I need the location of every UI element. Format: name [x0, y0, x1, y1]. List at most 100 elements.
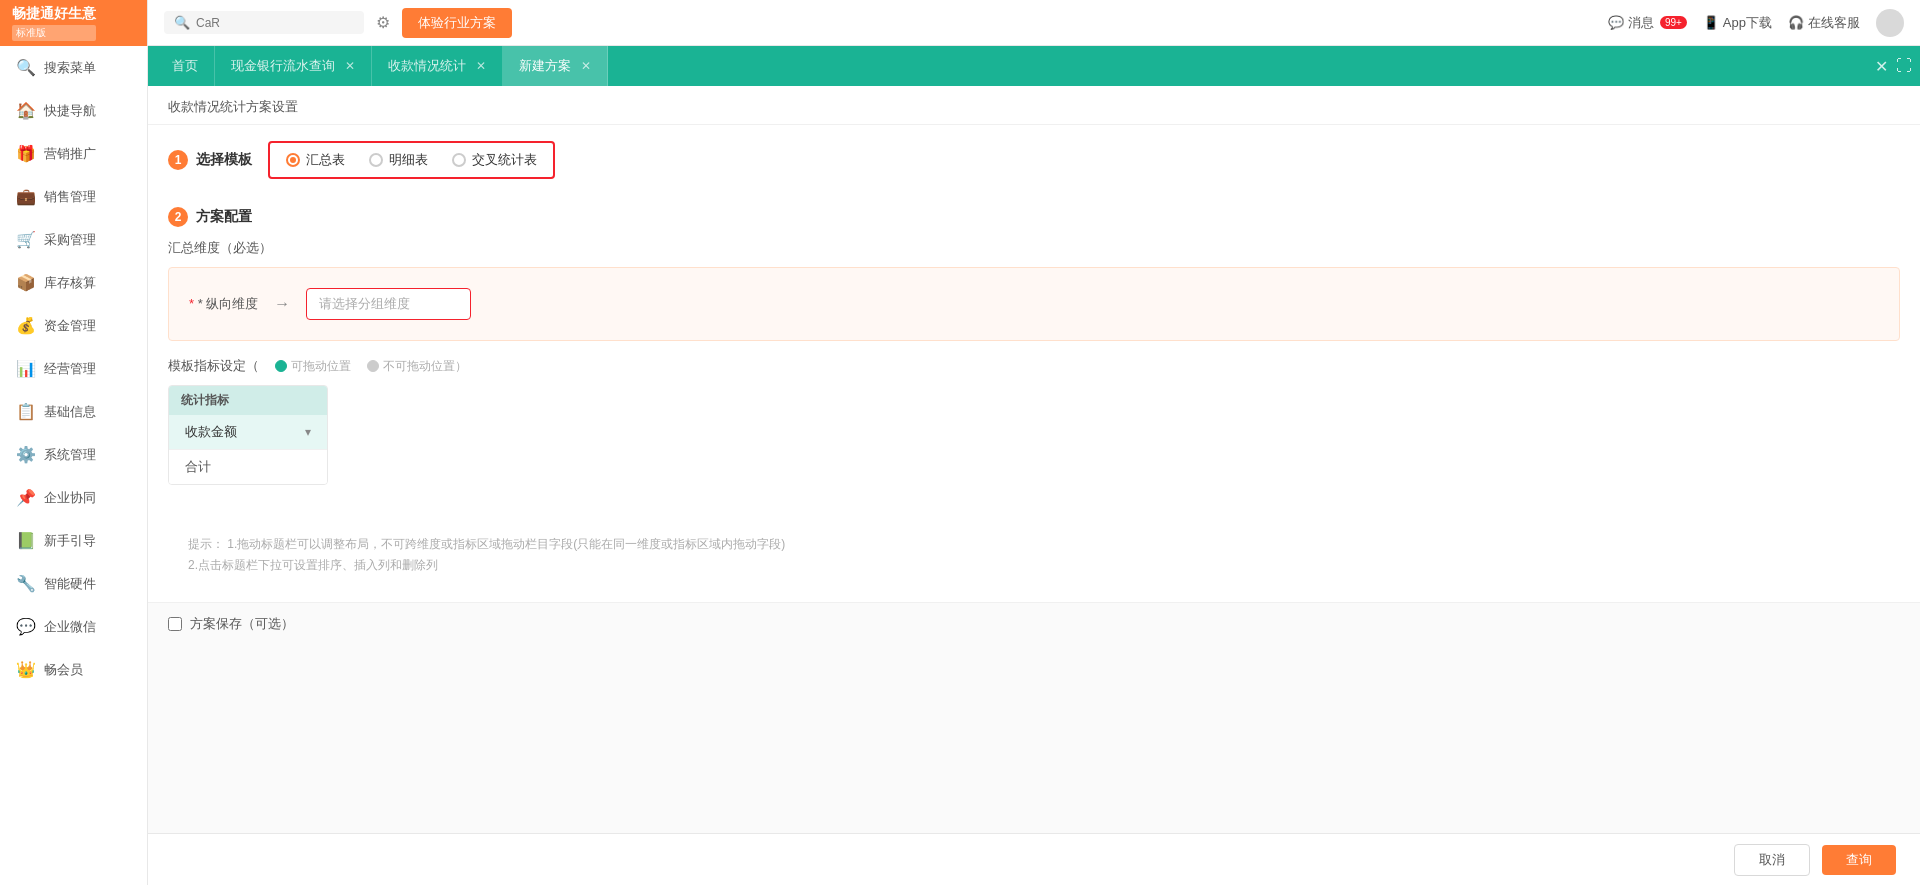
sidebar-item-quick-nav[interactable]: 🏠 快捷导航: [0, 89, 147, 132]
sidebar-label-inventory: 库存核算: [44, 274, 96, 292]
save-label: 方案保存（可选）: [190, 615, 294, 633]
tab-home[interactable]: 首页: [156, 46, 215, 86]
save-checkbox[interactable]: [168, 617, 182, 631]
sidebar-item-newbie[interactable]: 📗 新手引导: [0, 519, 147, 562]
sidebar-item-purchase[interactable]: 🛒 采购管理: [0, 218, 147, 261]
sidebar-item-system[interactable]: ⚙️ 系统管理: [0, 433, 147, 476]
wechat-icon: 💬: [16, 617, 36, 636]
sidebar-item-operation[interactable]: 📊 经营管理: [0, 347, 147, 390]
tabbar: 首页 现金银行流水查询 ✕ 收款情况统计 ✕ 新建方案 ✕ ✕ ⛶: [148, 46, 1920, 86]
radio-cross-circle: [452, 153, 466, 167]
tab-receipt-stats-close[interactable]: ✕: [476, 59, 486, 73]
draggable-dot: [275, 360, 287, 372]
query-button[interactable]: 查询: [1822, 845, 1896, 875]
sidebar-item-wechat[interactable]: 💬 企业微信: [0, 605, 147, 648]
sidebar-item-inventory[interactable]: 📦 库存核算: [0, 261, 147, 304]
app-icon: 📱: [1703, 15, 1719, 30]
online-service-btn[interactable]: 🎧 在线客服: [1788, 14, 1860, 32]
sidebar-item-collab[interactable]: 📌 企业协同: [0, 476, 147, 519]
sidebar-label-marketing: 营销推广: [44, 145, 96, 163]
purchase-icon: 🛒: [16, 230, 36, 249]
spacer: [148, 645, 1920, 833]
industry-btn[interactable]: 体验行业方案: [402, 8, 512, 38]
finance-icon: 💰: [16, 316, 36, 335]
sidebar-item-basic-info[interactable]: 📋 基础信息: [0, 390, 147, 433]
radio-cross[interactable]: 交叉统计表: [452, 151, 537, 169]
dimension-dropdown[interactable]: 请选择分组维度: [306, 288, 471, 320]
sidebar-item-search-menu[interactable]: 🔍 搜索菜单: [0, 46, 147, 89]
system-icon: ⚙️: [16, 445, 36, 464]
basic-info-icon: 📋: [16, 402, 36, 421]
message-btn[interactable]: 💬 消息 99+: [1608, 14, 1687, 32]
save-option-row: 方案保存（可选）: [148, 602, 1920, 645]
search-box[interactable]: 🔍: [164, 11, 364, 34]
app-download-label: App下载: [1723, 14, 1772, 32]
inventory-icon: 📦: [16, 273, 36, 292]
marketing-icon: 🎁: [16, 144, 36, 163]
collab-icon: 📌: [16, 488, 36, 507]
step1-section: 1 选择模板 汇总表 明细表 交叉统计表: [148, 125, 1920, 207]
message-icon: 💬: [1608, 15, 1624, 30]
online-service-label: 在线客服: [1808, 14, 1860, 32]
sidebar-item-sales[interactable]: 💼 销售管理: [0, 175, 147, 218]
metrics-title-row: 模板指标设定（ 可拖动位置 不可拖动位置）: [168, 357, 1900, 375]
member-icon: 👑: [16, 660, 36, 679]
non-draggable-hint: 不可拖动位置）: [367, 358, 467, 375]
search-input[interactable]: [196, 16, 336, 30]
headset-icon: 🎧: [1788, 15, 1804, 30]
content-area: 收款情况统计方案设置 1 选择模板 汇总表 明细表: [148, 86, 1920, 885]
radio-detail-label: 明细表: [389, 151, 428, 169]
sidebar-item-finance[interactable]: 💰 资金管理: [0, 304, 147, 347]
arrow-icon: →: [274, 295, 290, 313]
tab-new-plan-close[interactable]: ✕: [581, 59, 591, 73]
tab-new-plan[interactable]: 新建方案 ✕: [503, 46, 608, 86]
sidebar-label-system: 系统管理: [44, 446, 96, 464]
sidebar-label-newbie: 新手引导: [44, 532, 96, 550]
app-download-btn[interactable]: 📱 App下载: [1703, 14, 1772, 32]
total-label: 合计: [185, 459, 211, 474]
sidebar-item-smart-hw[interactable]: 🔧 智能硬件: [0, 562, 147, 605]
cancel-button[interactable]: 取消: [1734, 844, 1810, 876]
radio-summary[interactable]: 汇总表: [286, 151, 345, 169]
main-area: 🔍 ⚙ 体验行业方案 💬 消息 99+ 📱 App下载 🎧 在线客服 首页: [148, 0, 1920, 885]
page-title: 收款情况统计方案设置: [168, 99, 298, 114]
sidebar-label-wechat: 企业微信: [44, 618, 96, 636]
user-avatar[interactable]: [1876, 9, 1904, 37]
tips-section: 提示： 1.拖动标题栏可以调整布局，不可跨维度或指标区域拖动栏目字段(只能在同一…: [168, 528, 1900, 586]
settings-icon[interactable]: ⚙: [376, 13, 390, 32]
content-inner: 收款情况统计方案设置 1 选择模板 汇总表 明细表: [148, 86, 1920, 833]
newbie-icon: 📗: [16, 531, 36, 550]
tab-cash-bank[interactable]: 现金银行流水查询 ✕: [215, 46, 372, 86]
tab-expand-icon[interactable]: ⛶: [1896, 57, 1912, 75]
radio-summary-circle: [286, 153, 300, 167]
topbar-right: 💬 消息 99+ 📱 App下载 🎧 在线客服: [1608, 9, 1904, 37]
metrics-label: 模板指标设定（: [168, 357, 259, 375]
non-draggable-dot: [367, 360, 379, 372]
column-header-row[interactable]: 收款金额 ▾: [169, 415, 327, 449]
non-draggable-hint-text: 不可拖动位置）: [383, 358, 467, 375]
tab-receipt-stats[interactable]: 收款情况统计 ✕: [372, 46, 503, 86]
radio-detail-circle: [369, 153, 383, 167]
radio-detail[interactable]: 明细表: [369, 151, 428, 169]
sidebar-item-member[interactable]: 👑 畅会员: [0, 648, 147, 691]
sidebar-item-marketing[interactable]: 🎁 营销推广: [0, 132, 147, 175]
tab-cash-bank-close[interactable]: ✕: [345, 59, 355, 73]
stats-table: 统计指标 收款金额 ▾ 合计: [168, 385, 328, 485]
tab-close-icon[interactable]: ✕: [1875, 57, 1888, 76]
radio-summary-label: 汇总表: [306, 151, 345, 169]
logo-badge: 标准版: [12, 25, 96, 41]
stats-label: 统计指标: [181, 393, 229, 407]
column-dropdown-arrow: ▾: [305, 425, 311, 439]
template-radio-group: 汇总表 明细表 交叉统计表: [268, 141, 555, 179]
step2-label: 方案配置: [196, 208, 252, 226]
sales-icon: 💼: [16, 187, 36, 206]
sidebar-label-quick-nav: 快捷导航: [44, 102, 96, 120]
radio-cross-label: 交叉统计表: [472, 151, 537, 169]
sidebar-label-member: 畅会员: [44, 661, 83, 679]
tab-new-plan-label: 新建方案: [519, 57, 571, 75]
dimension-placeholder: 请选择分组维度: [319, 296, 410, 311]
tab-receipt-stats-label: 收款情况统计: [388, 57, 466, 75]
draggable-hint: 可拖动位置: [275, 358, 351, 375]
sidebar-label-basic-info: 基础信息: [44, 403, 96, 421]
sidebar-label-operation: 经营管理: [44, 360, 96, 378]
